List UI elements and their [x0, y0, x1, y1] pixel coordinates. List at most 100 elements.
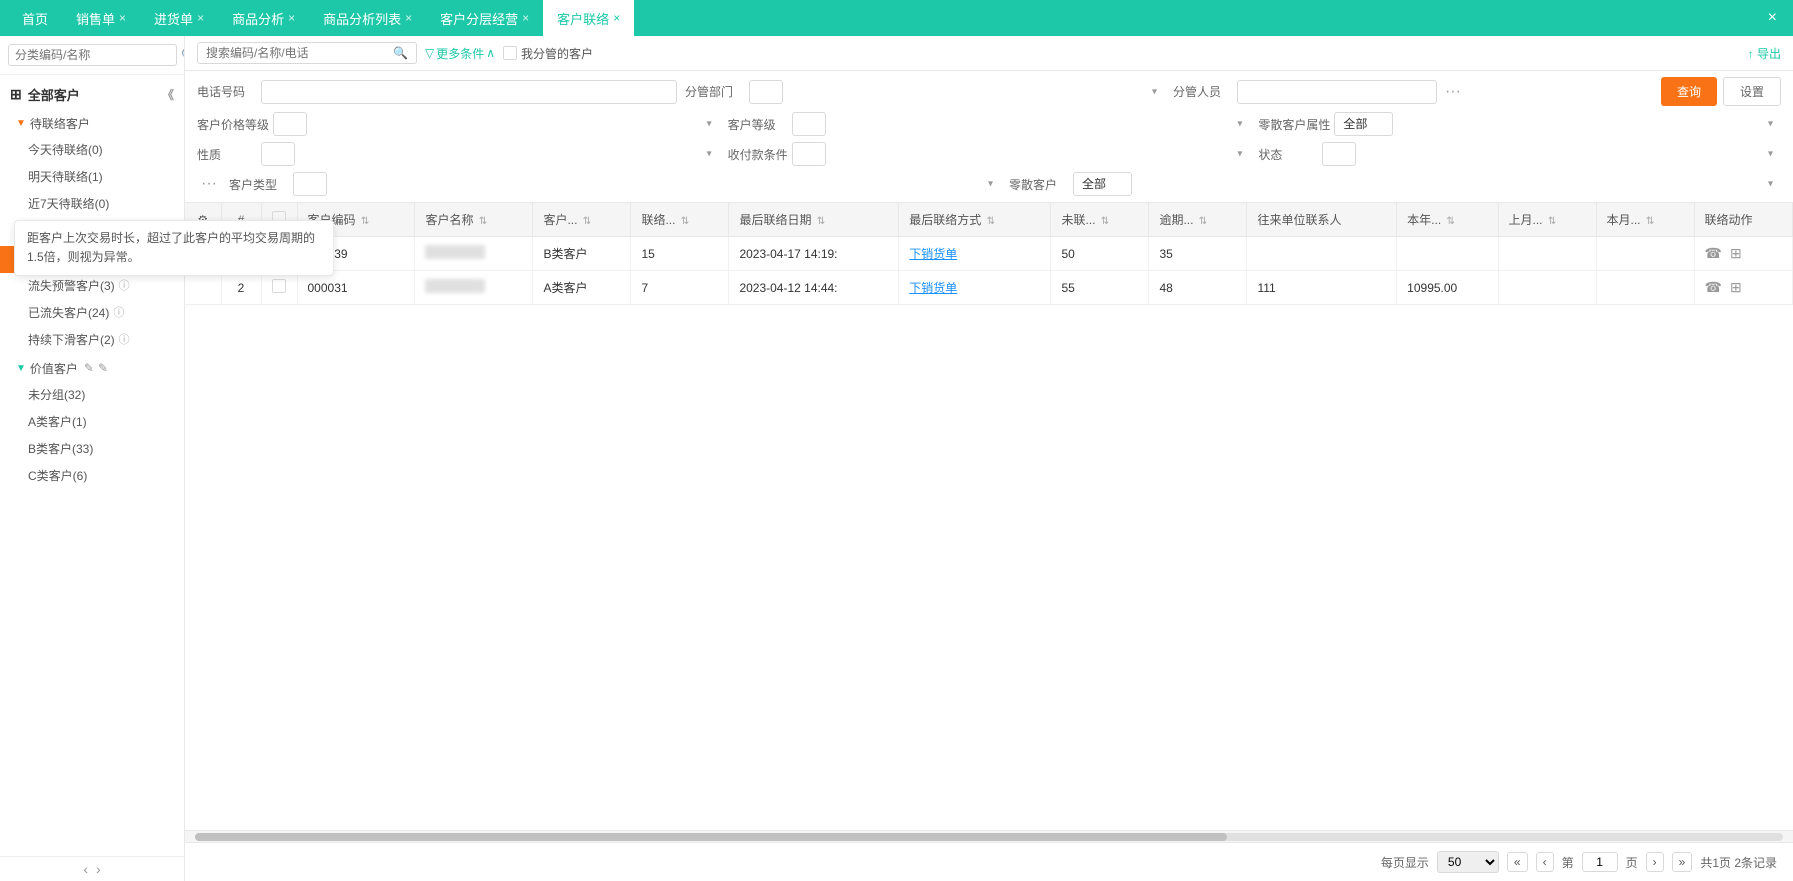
- th-last-date[interactable]: 最后联络日期 ⇅: [729, 203, 899, 237]
- per-page-select[interactable]: 50: [1437, 851, 1499, 873]
- horizontal-scrollbar[interactable]: [185, 830, 1793, 842]
- retail-attr-select[interactable]: 全部: [1334, 112, 1393, 136]
- my-customers-checkbox[interactable]: [503, 46, 517, 60]
- next-page-btn[interactable]: ›: [1646, 852, 1664, 872]
- action-phone-icon[interactable]: ☎: [1705, 245, 1722, 262]
- sidebar-item-a-class[interactable]: A类客户(1): [0, 409, 184, 436]
- customer-level-label: 客户等级: [728, 116, 788, 133]
- filter-row-1: 电话号码 分管部门 分管人员 ··· 查询 设置: [197, 77, 1781, 106]
- nav-customer-tier[interactable]: 客户分层经营 ×: [426, 0, 543, 36]
- th-type[interactable]: 客户... ⇅: [533, 203, 631, 237]
- th-last-method[interactable]: 最后联络方式 ⇅: [899, 203, 1051, 237]
- td-last-method: 下销货单: [899, 237, 1051, 271]
- page-input[interactable]: [1582, 852, 1618, 872]
- sidebar-wait-contact-group[interactable]: ▼ 待联络客户: [0, 110, 184, 137]
- value-customer-more[interactable]: ✎: [98, 361, 108, 375]
- nav-home[interactable]: 首页: [8, 0, 62, 36]
- td-this-year: [1397, 237, 1498, 271]
- sidebar-item-churned[interactable]: 已流失客户(24) ⓘ: [0, 300, 184, 327]
- th-contact[interactable]: 联络... ⇅: [631, 203, 729, 237]
- td-contact: 15: [631, 237, 729, 271]
- first-page-btn[interactable]: «: [1507, 852, 1528, 872]
- td-last-month: [1498, 271, 1596, 305]
- nav-customer-contact[interactable]: 客户联络 ×: [543, 0, 634, 36]
- nav-analysis[interactable]: 商品分析 ×: [218, 0, 309, 36]
- nav-sales-label: 销售单: [76, 9, 115, 28]
- row-checkbox[interactable]: [272, 279, 286, 293]
- nav-analysis-list[interactable]: 商品分析列表 ×: [309, 0, 426, 36]
- action-grid-icon[interactable]: ⊞: [1730, 279, 1742, 296]
- nav-analysis-close[interactable]: ×: [288, 11, 295, 25]
- th-this-year[interactable]: 本年... ⇅: [1397, 203, 1498, 237]
- price-level-select[interactable]: [273, 112, 307, 136]
- arrow-icon-value: ▼: [16, 363, 26, 374]
- sidebar-item-declining[interactable]: 持续下滑客户(2) ⓘ: [0, 327, 184, 354]
- th-overdue[interactable]: 逾期... ⇅: [1149, 203, 1247, 237]
- sidebar-item-churn-warning[interactable]: 流失预警客户(3) ⓘ: [0, 273, 184, 300]
- sidebar-item-c-class[interactable]: C类客户(6): [0, 463, 184, 490]
- search-input[interactable]: [206, 46, 389, 60]
- scroll-track: [195, 833, 1783, 841]
- retail-customer-select[interactable]: 全部: [1073, 172, 1132, 196]
- nav-purchase-close[interactable]: ×: [197, 11, 204, 25]
- last-method-link[interactable]: 下销货单: [909, 247, 957, 261]
- search-icon[interactable]: 🔍: [393, 46, 408, 60]
- table-header-row: ⚙ # 客户编码 ⇅ 客户名称 ⇅ 客户... ⇅ 联络... ⇅ 最后联络日期…: [185, 203, 1793, 237]
- customer-type-select[interactable]: [293, 172, 327, 196]
- export-btn[interactable]: ↑ 导出: [1748, 45, 1781, 62]
- person-more-btn[interactable]: ···: [1441, 83, 1465, 101]
- th-last-month[interactable]: 上月... ⇅: [1498, 203, 1596, 237]
- sidebar-next-btn[interactable]: ›: [96, 861, 101, 877]
- prev-page-btn[interactable]: ‹: [1536, 852, 1554, 872]
- sort-icon-lmonth: ⇅: [1548, 216, 1556, 227]
- filter-payment: 收付款条件: [728, 142, 1251, 166]
- settings-btn[interactable]: 设置: [1723, 77, 1781, 106]
- th-name[interactable]: 客户名称 ⇅: [415, 203, 533, 237]
- th-uncontacted[interactable]: 未联... ⇅: [1051, 203, 1149, 237]
- sidebar-all-customers[interactable]: ⊞ 全部客户 《: [0, 79, 184, 110]
- customer-level-select[interactable]: [792, 112, 826, 136]
- sidebar-item-tomorrow[interactable]: 明天待联络(1): [0, 164, 184, 191]
- sort-icon-tmonth: ⇅: [1646, 216, 1654, 227]
- nav-sales[interactable]: 销售单 ×: [62, 0, 140, 36]
- sidebar-item-b-class[interactable]: B类客户(33): [0, 436, 184, 463]
- nav-customer-tier-close[interactable]: ×: [522, 11, 529, 25]
- sidebar-prev-btn[interactable]: ‹: [83, 861, 88, 877]
- th-this-month[interactable]: 本月... ⇅: [1596, 203, 1694, 237]
- sidebar-item-today[interactable]: 今天待联络(0): [0, 137, 184, 164]
- per-page-label: 每页显示: [1381, 854, 1429, 871]
- row4-more-btn[interactable]: ···: [197, 175, 221, 193]
- table-container: ⚙ # 客户编码 ⇅ 客户名称 ⇅ 客户... ⇅ 联络... ⇅ 最后联络日期…: [185, 203, 1793, 830]
- nav-sales-close[interactable]: ×: [119, 11, 126, 25]
- my-customers-checkbox-area[interactable]: 我分管的客户: [503, 45, 593, 62]
- query-btn[interactable]: 查询: [1661, 77, 1717, 106]
- table-row: 1 000039 B类客户 15 2023-04-17 14:19: 下销货单 …: [185, 237, 1793, 271]
- window-close-icon[interactable]: ×: [1760, 9, 1785, 27]
- td-overdue: 48: [1149, 271, 1247, 305]
- sidebar-item-7days[interactable]: 近7天待联络(0): [0, 191, 184, 218]
- action-grid-icon[interactable]: ⊞: [1730, 245, 1742, 262]
- last-method-link[interactable]: 下销货单: [909, 281, 957, 295]
- more-conditions-btn[interactable]: ▽ 更多条件 ∧: [425, 45, 495, 62]
- payment-select[interactable]: [792, 142, 826, 166]
- value-customer-edit[interactable]: ✎: [84, 361, 94, 375]
- action-phone-icon[interactable]: ☎: [1705, 279, 1722, 296]
- nav-customer-contact-close[interactable]: ×: [613, 11, 620, 25]
- sidebar-collapse-icon[interactable]: 《: [162, 86, 174, 103]
- extended-filter: 电话号码 分管部门 分管人员 ··· 查询 设置: [185, 71, 1793, 203]
- phone-input[interactable]: [261, 80, 677, 104]
- person-input[interactable]: [1237, 80, 1437, 104]
- nav-purchase[interactable]: 进货单 ×: [140, 0, 218, 36]
- sidebar-item-ungrouped[interactable]: 未分组(32): [0, 382, 184, 409]
- scroll-thumb[interactable]: [195, 833, 1227, 841]
- status-select[interactable]: [1322, 142, 1356, 166]
- dept-select[interactable]: [749, 80, 783, 104]
- last-page-btn[interactable]: »: [1672, 852, 1693, 872]
- search-box: 🔍: [197, 42, 417, 64]
- tooltip: 距客户上次交易时长，超过了此客户的平均交易周期的1.5倍，则视为异常。: [14, 220, 184, 276]
- nav-analysis-list-close[interactable]: ×: [405, 11, 412, 25]
- nature-select[interactable]: [261, 142, 295, 166]
- all-customers-label: 全部客户: [28, 85, 80, 104]
- filter-price-level: 客户价格等级: [197, 112, 720, 136]
- sidebar-search-input[interactable]: [8, 44, 177, 66]
